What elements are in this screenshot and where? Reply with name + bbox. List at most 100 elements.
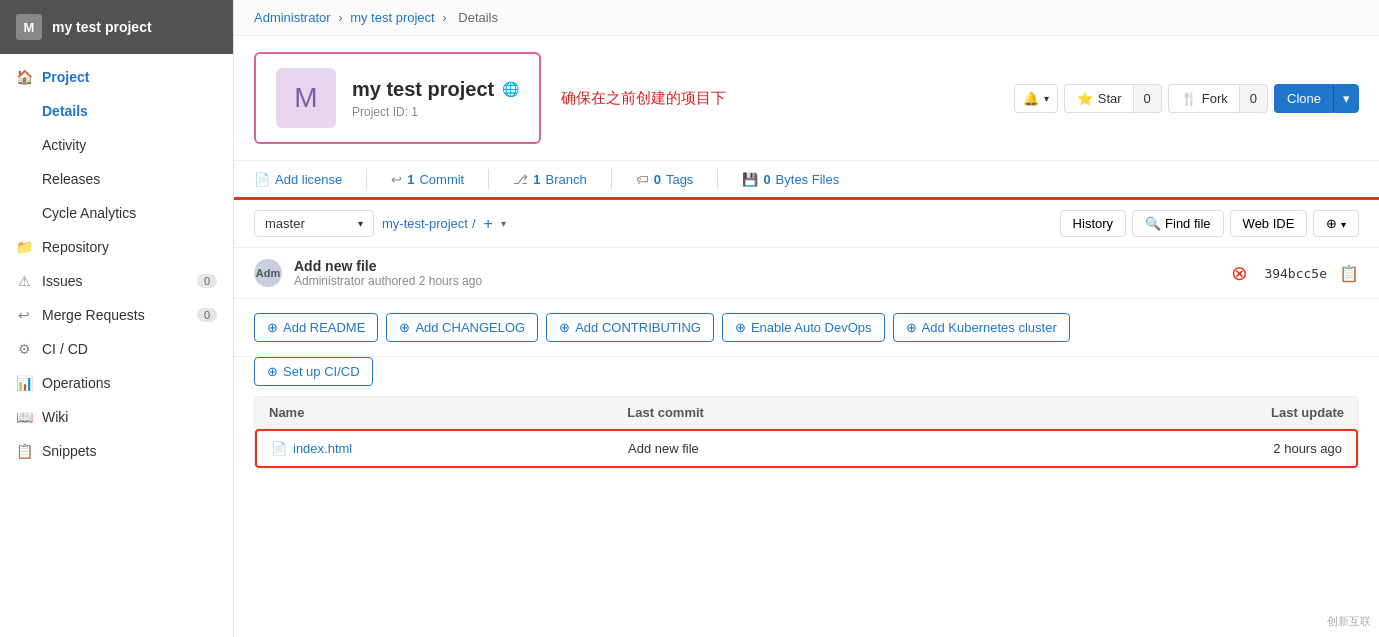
file-name-cell[interactable]: 📄 index.html [271,441,628,456]
history-button[interactable]: History [1060,210,1126,237]
commits-icon: ↩ [391,172,402,187]
sidebar-operations-label: Operations [42,375,110,391]
divider4 [717,169,718,189]
tags-count: 0 [654,172,661,187]
project-header: M my test project 🌐 Project ID: 1 确保在之前创… [234,36,1379,160]
fork-count[interactable]: 0 [1239,84,1268,113]
notification-button[interactable]: 🔔 ▾ [1014,84,1058,113]
stats-bar: 📄 Add license ↩ 1 Commit ⎇ 1 Branch 🏷 0 … [234,160,1379,200]
add-changelog-button[interactable]: ⊕ Add CHANGELOG [386,313,538,342]
file-last-update: 2 hours ago [985,441,1342,456]
table-row: 📄 index.html Add new file 2 hours ago [255,429,1358,468]
bytes-label: Bytes Files [776,172,840,187]
toolbar: master ▾ my-test-project / + ▾ History 🔍… [234,200,1379,248]
commit-author: Administrator [294,274,365,288]
commit-avatar: Adm [254,259,282,287]
project-id: Project ID: 1 [352,105,519,119]
fork-label: Fork [1202,91,1228,106]
star-button[interactable]: ⭐ Star [1064,84,1134,113]
setup-cicd-wrap: ⊕ Set up CI/CD [234,357,1379,396]
quick-actions: ⊕ Add README ⊕ Add CHANGELOG ⊕ Add CONTR… [234,299,1379,357]
commits-stat[interactable]: ↩ 1 Commit [391,172,464,187]
add-file-button[interactable]: + [480,215,497,233]
add-kubernetes-label: Add Kubernetes cluster [922,320,1057,335]
star-count[interactable]: 0 [1133,84,1162,113]
bell-chevron: ▾ [1044,93,1049,104]
add-contributing-label: Add CONTRIBUTING [575,320,701,335]
add-readme-label: Add README [283,320,365,335]
sidebar-issues-label: Issues [42,273,82,289]
watermark: 创新互联 [1327,614,1371,629]
col-last-commit: Last commit [627,405,985,420]
commit-meta: Administrator authored 2 hours ago [294,274,1219,288]
setup-cicd-label: Set up CI/CD [283,364,360,379]
web-ide-button[interactable]: Web IDE [1230,210,1308,237]
sidebar-item-cycle-analytics[interactable]: Cycle Analytics [0,196,233,230]
path-name: my-test-project [382,216,468,231]
sidebar-item-releases[interactable]: Releases [0,162,233,196]
sidebar: M my test project 🏠 Project Details Acti… [0,0,234,637]
commit-info: Add new file Administrator authored 2 ho… [294,258,1219,288]
find-file-button[interactable]: 🔍 Find file [1132,210,1224,237]
enable-auto-devops-button[interactable]: ⊕ Enable Auto DevOps [722,313,885,342]
clone-chevron-icon: ▾ [1343,91,1350,106]
divider2 [488,169,489,189]
add-license-item[interactable]: 📄 Add license [254,172,342,187]
sidebar-item-activity[interactable]: Activity [0,128,233,162]
main-content: Administrator › my test project › Detail… [234,0,1379,637]
add-kubernetes-icon: ⊕ [906,320,917,335]
sidebar-avatar: M [16,14,42,40]
add-changelog-icon: ⊕ [399,320,410,335]
sidebar-item-details[interactable]: Details [0,94,233,128]
sidebar-item-merge-requests[interactable]: ↩ Merge Requests 0 [0,298,233,332]
add-readme-button[interactable]: ⊕ Add README [254,313,378,342]
branches-stat[interactable]: ⎇ 1 Branch [513,172,586,187]
enable-auto-devops-label: Enable Auto DevOps [751,320,872,335]
more-options-button[interactable]: ⊕ ▾ [1313,210,1359,237]
tags-label: Tags [666,172,693,187]
breadcrumb-current: Details [458,10,498,25]
divider1 [366,169,367,189]
sidebar-item-cicd[interactable]: ⚙ CI / CD [0,332,233,366]
merge-requests-icon: ↩ [16,307,32,323]
branch-select[interactable]: master ▾ [254,210,374,237]
sidebar-item-operations[interactable]: 📊 Operations [0,366,233,400]
clone-dropdown-button[interactable]: ▾ [1334,84,1359,113]
project-avatar: M [276,68,336,128]
file-name-text: index.html [293,441,352,456]
file-table-header: Name Last commit Last update [255,397,1358,429]
breadcrumb-project[interactable]: my test project [350,10,435,25]
branch-name: master [265,216,305,231]
add-chevron-icon: ▾ [501,218,506,229]
sidebar-cycle-analytics-label: Cycle Analytics [42,205,136,221]
sidebar-details-label: Details [42,103,88,119]
operations-icon: 📊 [16,375,32,391]
tags-stat[interactable]: 🏷 0 Tags [636,172,694,187]
add-contributing-button[interactable]: ⊕ Add CONTRIBUTING [546,313,714,342]
sidebar-item-project[interactable]: 🏠 Project [0,60,233,94]
sidebar-header: M my test project [0,0,233,54]
sidebar-wiki-label: Wiki [42,409,68,425]
repository-icon: 📁 [16,239,32,255]
setup-cicd-icon: ⊕ [267,364,278,379]
add-kubernetes-button[interactable]: ⊕ Add Kubernetes cluster [893,313,1070,342]
copy-icon: 📋 [1339,265,1359,282]
sidebar-item-repository[interactable]: 📁 Repository [0,230,233,264]
sidebar-item-issues[interactable]: ⚠ Issues 0 [0,264,233,298]
sidebar-item-snippets[interactable]: 📋 Snippets [0,434,233,468]
col-name: Name [269,405,627,420]
breadcrumb-admin[interactable]: Administrator [254,10,331,25]
merge-requests-badge: 0 [197,308,217,322]
commit-time: authored 2 hours ago [368,274,482,288]
bell-icon: 🔔 [1023,91,1039,106]
project-name: my test project 🌐 [352,78,519,101]
setup-cicd-button[interactable]: ⊕ Set up CI/CD [254,357,373,386]
add-readme-icon: ⊕ [267,320,278,335]
copy-hash-button[interactable]: 📋 [1339,264,1359,283]
commit-message: Add new file [294,258,1219,274]
fork-button[interactable]: 🍴 Fork [1168,84,1240,113]
sidebar-item-wiki[interactable]: 📖 Wiki [0,400,233,434]
sidebar-activity-label: Activity [42,137,86,153]
header-actions: 🔔 ▾ ⭐ Star 0 🍴 Fork 0 Clone ▾ [1014,84,1359,113]
clone-button[interactable]: Clone [1274,84,1334,113]
